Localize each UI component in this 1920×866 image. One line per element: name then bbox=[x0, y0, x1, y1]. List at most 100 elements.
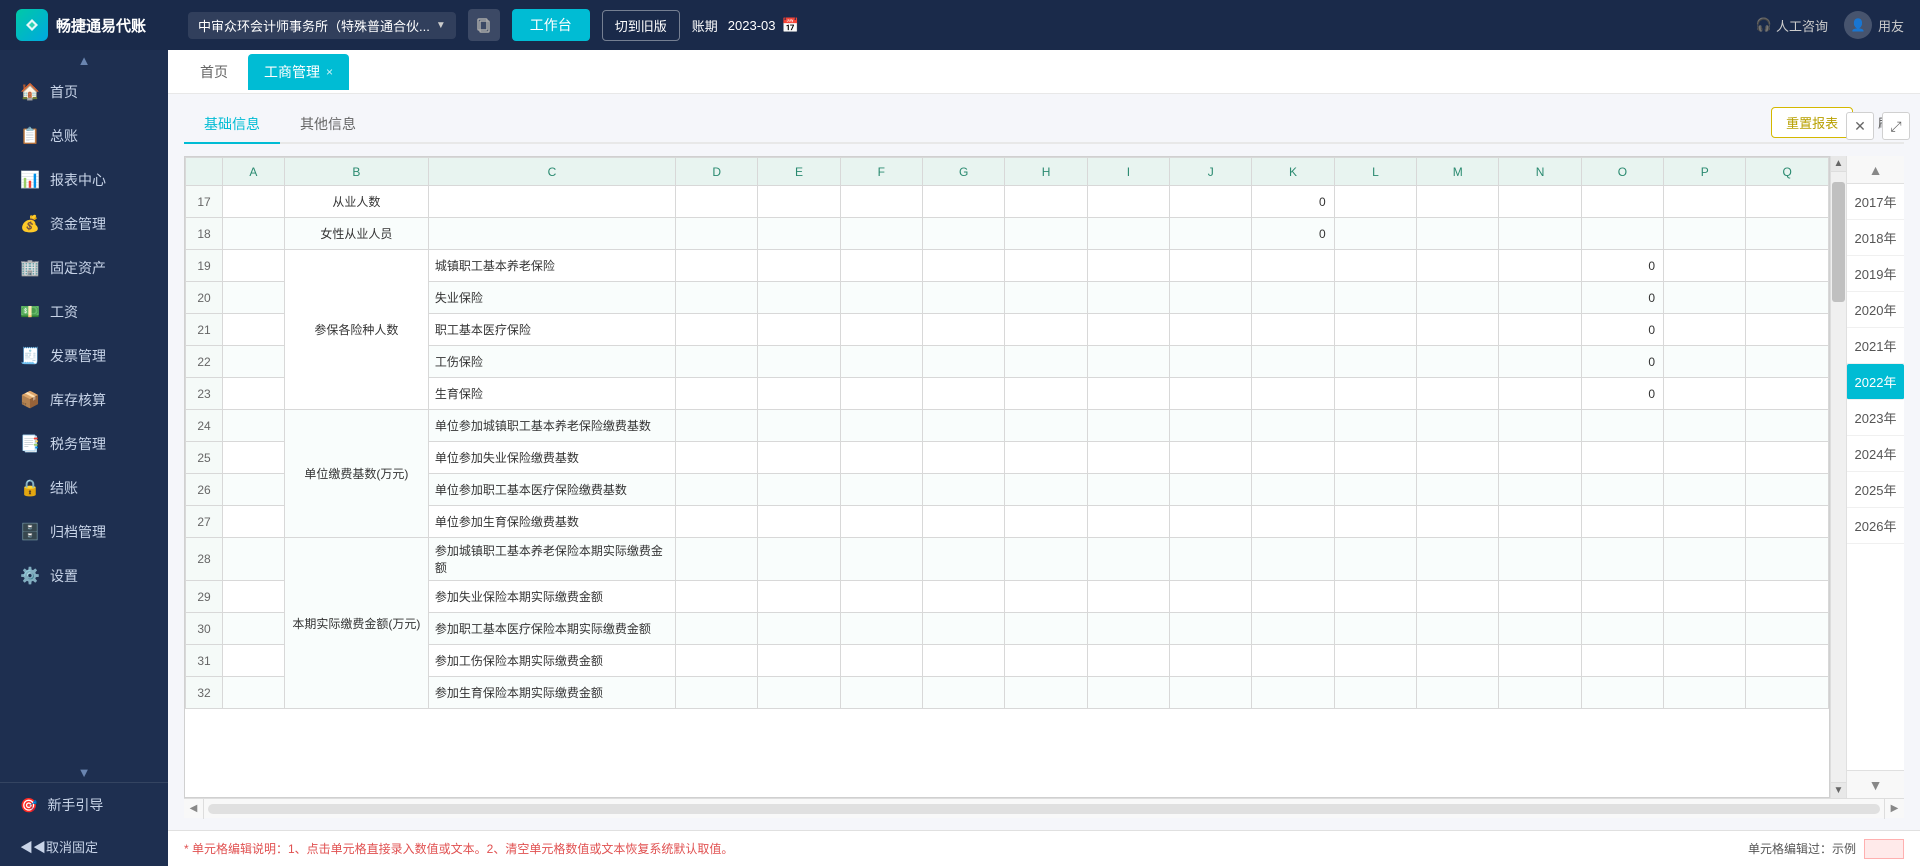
table-row[interactable]: 18女性从业人员0 bbox=[186, 218, 1829, 250]
sidebar-item-settings[interactable]: ⚙️ 设置 bbox=[0, 554, 168, 598]
cell-l[interactable] bbox=[1334, 581, 1416, 613]
cell-f[interactable] bbox=[840, 186, 922, 218]
cell-d[interactable] bbox=[675, 474, 757, 506]
cell-p[interactable] bbox=[1664, 250, 1746, 282]
cell-n[interactable] bbox=[1499, 474, 1581, 506]
cell-o[interactable]: 0 bbox=[1581, 378, 1663, 410]
cell-e[interactable] bbox=[758, 538, 840, 581]
cell-e[interactable] bbox=[758, 645, 840, 677]
tab-basic-info[interactable]: 基础信息 bbox=[184, 106, 280, 144]
cell-e[interactable] bbox=[758, 613, 840, 645]
cell-c[interactable]: 职工基本医疗保险 bbox=[428, 314, 675, 346]
cell-k[interactable] bbox=[1252, 250, 1334, 282]
cell-k[interactable] bbox=[1252, 506, 1334, 538]
cell-k[interactable] bbox=[1252, 282, 1334, 314]
company-selector[interactable]: 中审众环会计师事务所（特殊普通合伙... ▼ bbox=[188, 12, 456, 39]
cell-e[interactable] bbox=[758, 282, 840, 314]
cell-e[interactable] bbox=[758, 186, 840, 218]
cell-d[interactable] bbox=[675, 186, 757, 218]
cell-f[interactable] bbox=[840, 613, 922, 645]
cell-j[interactable] bbox=[1170, 218, 1252, 250]
cell-q[interactable] bbox=[1746, 506, 1829, 538]
cell-j[interactable] bbox=[1170, 314, 1252, 346]
cell-l[interactable] bbox=[1334, 346, 1416, 378]
cell-n[interactable] bbox=[1499, 581, 1581, 613]
cell-h[interactable] bbox=[1005, 581, 1087, 613]
table-row[interactable]: 19参保各险种人数城镇职工基本养老保险0 bbox=[186, 250, 1829, 282]
cell-o[interactable] bbox=[1581, 474, 1663, 506]
cell-f[interactable] bbox=[840, 218, 922, 250]
cell-d[interactable] bbox=[675, 282, 757, 314]
cell-a[interactable] bbox=[223, 378, 285, 410]
cell-k[interactable] bbox=[1252, 581, 1334, 613]
table-row[interactable]: 17从业人数0 bbox=[186, 186, 1829, 218]
cell-c[interactable]: 单位参加职工基本医疗保险缴费基数 bbox=[428, 474, 675, 506]
cell-a[interactable] bbox=[223, 581, 285, 613]
cell-p[interactable] bbox=[1664, 218, 1746, 250]
sidebar-item-inventory[interactable]: 📦 库存核算 bbox=[0, 378, 168, 422]
cell-a[interactable] bbox=[223, 186, 285, 218]
cell-i[interactable] bbox=[1087, 442, 1169, 474]
reset-report-button[interactable]: 重置报表 bbox=[1771, 107, 1853, 138]
cell-d[interactable] bbox=[675, 218, 757, 250]
cell-q[interactable] bbox=[1746, 282, 1829, 314]
cell-o[interactable] bbox=[1581, 645, 1663, 677]
cell-c[interactable]: 失业保险 bbox=[428, 282, 675, 314]
cell-j[interactable] bbox=[1170, 581, 1252, 613]
sidebar-item-payroll[interactable]: 💵 工资 bbox=[0, 290, 168, 334]
cell-e[interactable] bbox=[758, 378, 840, 410]
cell-o[interactable] bbox=[1581, 506, 1663, 538]
cell-o[interactable] bbox=[1581, 581, 1663, 613]
cell-o[interactable] bbox=[1581, 677, 1663, 709]
cell-j[interactable] bbox=[1170, 506, 1252, 538]
tab-home[interactable]: 首页 bbox=[184, 54, 244, 90]
cell-g[interactable] bbox=[923, 410, 1005, 442]
cell-q[interactable] bbox=[1746, 677, 1829, 709]
cell-e[interactable] bbox=[758, 410, 840, 442]
cell-d[interactable] bbox=[675, 378, 757, 410]
cell-h[interactable] bbox=[1005, 186, 1087, 218]
cell-k[interactable]: 0 bbox=[1252, 218, 1334, 250]
cell-h[interactable] bbox=[1005, 506, 1087, 538]
cell-f[interactable] bbox=[840, 346, 922, 378]
cell-l[interactable] bbox=[1334, 645, 1416, 677]
cell-k[interactable] bbox=[1252, 645, 1334, 677]
cell-p[interactable] bbox=[1664, 581, 1746, 613]
cell-n[interactable] bbox=[1499, 378, 1581, 410]
cell-k[interactable] bbox=[1252, 314, 1334, 346]
cell-j[interactable] bbox=[1170, 613, 1252, 645]
cell-g[interactable] bbox=[923, 581, 1005, 613]
cell-l[interactable] bbox=[1334, 677, 1416, 709]
scroll-thumb[interactable] bbox=[1832, 182, 1845, 302]
cell-c[interactable]: 单位参加生育保险缴费基数 bbox=[428, 506, 675, 538]
cell-l[interactable] bbox=[1334, 474, 1416, 506]
cell-c[interactable]: 参加失业保险本期实际缴费金额 bbox=[428, 581, 675, 613]
cell-g[interactable] bbox=[923, 250, 1005, 282]
cell-d[interactable] bbox=[675, 538, 757, 581]
cell-o[interactable]: 0 bbox=[1581, 282, 1663, 314]
cell-n[interactable] bbox=[1499, 442, 1581, 474]
scroll-h-track[interactable] bbox=[208, 804, 1880, 814]
cell-p[interactable] bbox=[1664, 506, 1746, 538]
cell-d[interactable] bbox=[675, 410, 757, 442]
cell-j[interactable] bbox=[1170, 645, 1252, 677]
cell-m[interactable] bbox=[1417, 218, 1499, 250]
cell-m[interactable] bbox=[1417, 581, 1499, 613]
cell-f[interactable] bbox=[840, 314, 922, 346]
cell-m[interactable] bbox=[1417, 538, 1499, 581]
cell-i[interactable] bbox=[1087, 645, 1169, 677]
cell-g[interactable] bbox=[923, 218, 1005, 250]
cell-n[interactable] bbox=[1499, 645, 1581, 677]
scroll-up-button[interactable]: ▲ bbox=[1831, 156, 1846, 172]
consult-button[interactable]: 🎧 人工咨询 bbox=[1756, 16, 1828, 35]
cell-j[interactable] bbox=[1170, 677, 1252, 709]
cell-a[interactable] bbox=[223, 677, 285, 709]
cell-l[interactable] bbox=[1334, 250, 1416, 282]
cell-m[interactable] bbox=[1417, 442, 1499, 474]
cell-a[interactable] bbox=[223, 250, 285, 282]
cell-h[interactable] bbox=[1005, 314, 1087, 346]
cell-i[interactable] bbox=[1087, 346, 1169, 378]
cell-p[interactable] bbox=[1664, 282, 1746, 314]
tab-commerce[interactable]: 工商管理 × bbox=[248, 54, 349, 90]
cell-o[interactable]: 0 bbox=[1581, 346, 1663, 378]
